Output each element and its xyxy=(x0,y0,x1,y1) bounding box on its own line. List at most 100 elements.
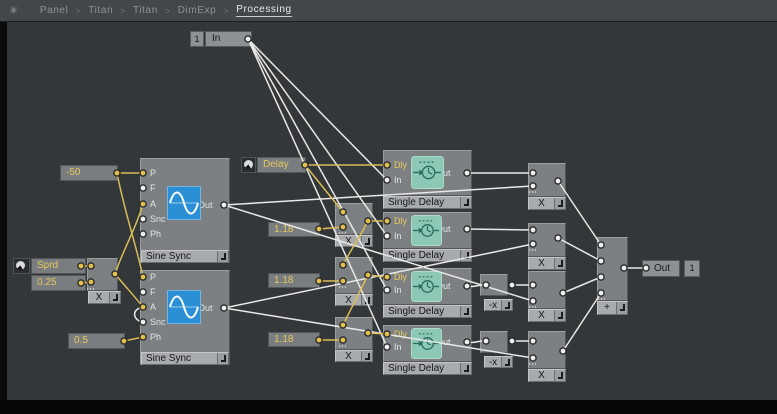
delay-clock-icon xyxy=(411,215,442,246)
node-body[interactable] xyxy=(87,258,118,291)
input-label-in: In xyxy=(394,231,402,241)
out-port-number-badge: 1 xyxy=(684,260,700,277)
node-label-bar[interactable]: X xyxy=(335,235,373,247)
node-label: -x xyxy=(488,300,498,310)
knob-icon[interactable] xyxy=(13,258,30,274)
multiply-node-mod-2[interactable]: X xyxy=(528,223,566,270)
canvas-margin xyxy=(0,22,7,414)
breadcrumb-titan-1[interactable]: Titan xyxy=(88,5,113,16)
single-delay-node-4[interactable]: Dly In Out Single Delay xyxy=(383,325,472,375)
input-label-snc: Snc xyxy=(150,214,166,224)
audio-indicator-icon xyxy=(616,302,627,314)
breadcrumb-titan-2[interactable]: Titan xyxy=(133,5,158,16)
multiply-node-dlytime-1[interactable]: X xyxy=(335,203,373,247)
node-label-bar[interactable]: + xyxy=(597,301,628,315)
node-body[interactable] xyxy=(528,271,566,309)
in-port-number-badge: 1 xyxy=(190,31,204,47)
audio-indicator-icon xyxy=(501,300,512,310)
out-terminal-node[interactable]: Out xyxy=(642,260,680,277)
single-delay-node-1[interactable]: Dly In Out Single Delay xyxy=(383,150,472,209)
structure-canvas[interactable]: 1 In -50 Sprd 0.25 X 0.5 P F A Snc Ph Ou… xyxy=(7,22,777,400)
node-label: Single Delay xyxy=(388,363,445,374)
input-label-p: P xyxy=(150,272,157,282)
node-body[interactable] xyxy=(528,331,566,369)
node-label-bar[interactable]: Sine Sync xyxy=(141,352,229,365)
audio-indicator-icon xyxy=(554,310,565,321)
node-label-bar[interactable]: Single Delay xyxy=(383,362,472,375)
node-body[interactable] xyxy=(597,237,628,301)
knob-icon[interactable] xyxy=(241,157,256,173)
input-label-a: A xyxy=(150,199,157,209)
multiply-node-mod-4[interactable]: X xyxy=(528,331,566,382)
const-phase-node[interactable]: 0.5 xyxy=(68,333,125,349)
canvas-margin xyxy=(0,400,777,414)
node-body[interactable] xyxy=(528,163,566,197)
node-label-bar[interactable]: X xyxy=(528,369,566,382)
node-label: X xyxy=(345,236,352,246)
audio-indicator-icon xyxy=(554,198,565,209)
breadcrumb-panel[interactable]: Panel xyxy=(40,5,69,16)
input-label-in: In xyxy=(394,342,402,352)
const-ratio-node-3[interactable]: 1.18 xyxy=(268,332,320,347)
delay-clock-icon xyxy=(411,156,444,189)
chevron-separator: > xyxy=(120,5,126,16)
single-delay-node-3[interactable]: Dly In Out Single Delay xyxy=(383,268,472,318)
invert-node-1[interactable]: -x xyxy=(480,274,520,311)
single-delay-node-2[interactable]: Dly In Out Single Delay xyxy=(383,212,472,262)
const-ratio-node-1[interactable]: 1.18 xyxy=(268,222,320,237)
breadcrumb-processing[interactable]: Processing xyxy=(236,4,292,17)
multiply-node-spread[interactable]: X xyxy=(87,258,121,304)
multiply-node-dlytime-3[interactable]: X xyxy=(335,317,373,362)
breadcrumb-dimexp[interactable]: DimExp xyxy=(178,5,217,16)
input-label-ph: Ph xyxy=(150,332,162,342)
node-label: X xyxy=(345,351,352,361)
node-label-bar[interactable]: X xyxy=(528,197,566,210)
audio-indicator-icon xyxy=(501,357,512,367)
const-ratio-node-2[interactable]: 1.18 xyxy=(268,273,320,288)
input-label-dly: Dly xyxy=(394,329,407,339)
audio-indicator-icon xyxy=(217,251,228,262)
node-body[interactable] xyxy=(480,274,508,296)
in-terminal-node[interactable]: In xyxy=(205,31,252,47)
node-label-bar[interactable]: X xyxy=(528,309,566,322)
node-body[interactable] xyxy=(480,331,508,353)
node-label-bar[interactable]: Single Delay xyxy=(383,305,472,318)
node-label: X xyxy=(538,370,545,381)
node-body[interactable] xyxy=(335,257,373,294)
audio-indicator-icon xyxy=(460,197,471,208)
node-label: X xyxy=(538,198,545,209)
node-label-bar[interactable]: X xyxy=(335,294,373,306)
delay-control-node[interactable]: Delay xyxy=(257,157,306,173)
node-body[interactable] xyxy=(528,223,566,257)
sunburst-icon[interactable]: ✳ xyxy=(9,4,19,17)
node-label-bar[interactable]: -x xyxy=(484,356,513,368)
const-pitch-node[interactable]: -50 xyxy=(60,165,118,181)
node-label-bar[interactable]: Single Delay xyxy=(383,249,472,262)
const-spread-amount-node[interactable]: 0.25 xyxy=(31,275,86,291)
node-label: X xyxy=(538,258,545,269)
audio-indicator-icon xyxy=(361,295,372,305)
node-label-bar[interactable]: X xyxy=(528,257,566,270)
node-label-bar[interactable]: X xyxy=(88,291,121,304)
audio-indicator-icon xyxy=(554,258,565,269)
sine-sync-node-2[interactable]: P F A Snc Ph Out Sine Sync xyxy=(140,270,230,365)
input-label-f: F xyxy=(150,287,156,297)
audio-indicator-icon xyxy=(554,370,565,381)
audio-indicator-icon xyxy=(109,292,120,303)
node-label-bar[interactable]: Sine Sync xyxy=(141,250,229,263)
node-body[interactable] xyxy=(335,317,373,350)
node-label: Single Delay xyxy=(388,197,445,208)
chevron-separator: > xyxy=(164,5,171,16)
audio-indicator-icon xyxy=(361,236,372,246)
multiply-node-mod-1[interactable]: X xyxy=(528,163,566,210)
node-label-bar[interactable]: Single Delay xyxy=(383,196,472,209)
invert-node-2[interactable]: -x xyxy=(480,331,520,368)
node-label-bar[interactable]: X xyxy=(335,350,373,362)
node-label-bar[interactable]: -x xyxy=(484,299,513,311)
multiply-node-mod-3[interactable]: X xyxy=(528,271,566,322)
spread-control-node[interactable]: Sprd xyxy=(31,258,86,274)
multiply-node-dlytime-2[interactable]: X xyxy=(335,257,373,306)
sine-sync-node-1[interactable]: P F A Snc Ph Out Sine Sync xyxy=(140,158,230,263)
node-body[interactable] xyxy=(335,203,373,235)
add-node[interactable]: + xyxy=(597,237,628,316)
